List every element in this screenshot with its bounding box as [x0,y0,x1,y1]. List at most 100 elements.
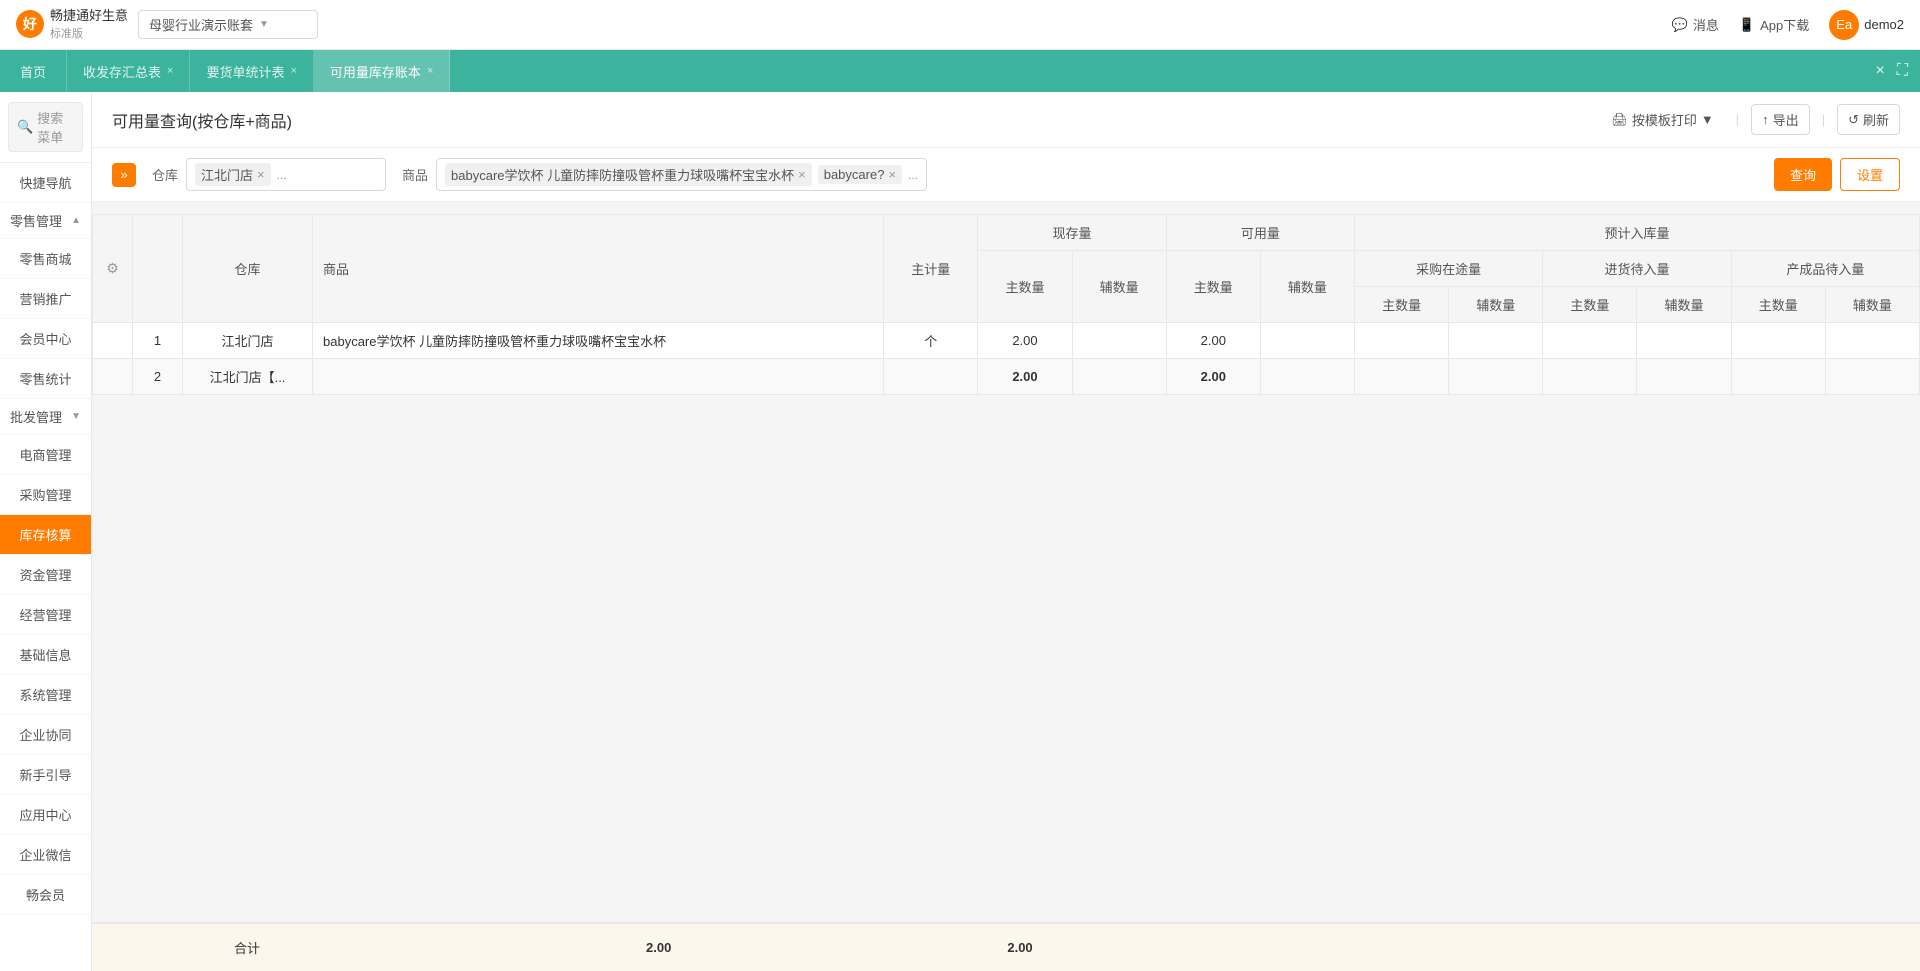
sidebar-item-system[interactable]: 系统管理 [0,675,91,715]
column-settings-icon[interactable]: ⚙ [106,260,119,276]
user-profile[interactable]: Ea demo2 [1829,10,1904,40]
tab-end-actions: × ⛶ [1863,50,1920,92]
warehouse-tag-close[interactable]: × [257,167,265,182]
sidebar-item-quick-nav[interactable]: 快捷导航 [0,163,91,203]
group-warehouse: 江北门店【... [183,359,313,395]
sidebar-item-operations[interactable]: 经营管理 [0,595,91,635]
footer-finished-main [1699,932,1810,963]
footer-available-main: 2.00 [895,932,1146,963]
sidebar-item-app-center[interactable]: 应用中心 [0,795,91,835]
sidebar-item-inventory[interactable]: 库存核算 [0,515,91,555]
retail-mall-label: 零售商城 [19,249,71,268]
sidebar-item-enterprise-wechat[interactable]: 企业微信 [0,835,91,875]
brand-name: 畅捷通好生意 [50,8,128,25]
settings-button[interactable]: 设置 [1840,158,1900,191]
tab-home[interactable]: 首页 [0,50,67,92]
print-template-btn[interactable]: 🖨 按模板打印 ▼ [1601,105,1723,134]
table-row: 1 江北门店 babycare学饮杯 儿童防摔防撞吸管杯重力球吸嘴杯宝宝水杯 个… [93,323,1920,359]
th-finished-aux: 辅数量 [1825,287,1919,323]
tab-order-stats-close[interactable]: × [290,65,296,77]
th-available-aux: 辅数量 [1260,251,1354,323]
tab-receipts[interactable]: 收发存汇总表 × [67,50,190,92]
th-product: 商品 [313,215,884,323]
group-incoming-main [1543,359,1637,395]
page-actions: 🖨 按模板打印 ▼ | ↑ 导出 | ↺ 刷新 [1601,104,1900,135]
retail-mgmt-label: 零售管理 [10,211,62,230]
tab-order-stats[interactable]: 要货单统计表 × [190,50,313,92]
message-action[interactable]: 💬 消息 [1672,15,1719,34]
group-purchase-main [1355,359,1449,395]
row-warehouse: 江北门店 [183,323,313,359]
sidebar-search-btn[interactable]: 🔍 搜索菜单 [8,102,83,152]
sidebar-item-purchase[interactable]: 采购管理 [0,475,91,515]
tenant-selector[interactable]: 母婴行业演示账套 ▼ [138,10,318,39]
th-unit: 主计量 [884,215,978,323]
close-all-tabs-btn[interactable]: × [1875,62,1884,80]
brand-logo: 好 畅捷通好生意 标准版 [16,8,128,41]
app-download-action[interactable]: 📱 App下载 [1739,15,1809,34]
row-incoming-aux [1637,323,1731,359]
query-button[interactable]: 查询 [1774,158,1832,191]
group-available-main: 2.00 [1166,359,1260,395]
product-tags-input[interactable]: babycare学饮杯 儿童防摔防撞吸管杯重力球吸嘴杯宝宝水杯 × babyca… [436,158,927,191]
product-filter: 商品 babycare学饮杯 儿童防摔防撞吸管杯重力球吸嘴杯宝宝水杯 × bab… [402,158,927,191]
warehouse-more-btn[interactable]: ... [277,168,287,182]
tab-receipts-close[interactable]: × [167,65,173,77]
warehouse-tags-input[interactable]: 江北门店 × ... [186,158,386,191]
group-current-main: 2.00 [978,359,1072,395]
row-product: babycare学饮杯 儿童防摔防撞吸管杯重力球吸嘴杯宝宝水杯 [313,323,884,359]
tab-receipts-label: 收发存汇总表 [83,62,161,81]
table-footer: 合计 2.00 2.00 [92,922,1920,971]
maximize-btn[interactable]: ⛶ [1897,62,1908,80]
sidebar-item-enterprise-collab[interactable]: 企业协同 [0,715,91,755]
row-incoming-main [1543,323,1637,359]
footer-current-main: 2.00 [533,932,784,963]
sidebar-item-wholesale-mgmt[interactable]: 批发管理 ▼ [0,399,91,435]
row-purchase-aux [1449,323,1543,359]
sidebar-item-retail-mall[interactable]: 零售商城 [0,239,91,279]
content-area: 可用量查询(按仓库+商品) 🖨 按模板打印 ▼ | ↑ 导出 | ↺ 刷新 [92,92,1920,971]
filter-expand-btn[interactable]: » [112,163,136,187]
data-table: ⚙ 仓库 商品 主计量 现存量 可用量 预计入库量 主数量 辅数量 主数量 [92,214,1920,395]
group-incoming-aux [1637,359,1731,395]
product-label: 商品 [402,165,428,184]
retail-stats-label: 零售统计 [19,369,71,388]
sidebar-item-retail-mgmt[interactable]: 零售管理 ▲ [0,203,91,239]
group-purchase-aux [1449,359,1543,395]
tab-available-stock[interactable]: 可用量库存账本 × [314,50,450,92]
sidebar-item-ecommerce[interactable]: 电商管理 [0,435,91,475]
sidebar-item-basic-info[interactable]: 基础信息 [0,635,91,675]
footer-purchase-main [1256,932,1367,963]
warehouse-tag-jiangbei: 江北门店 × [195,163,271,186]
enterprise-collab-label: 企业协同 [19,725,71,744]
sidebar-item-retail-stats[interactable]: 零售统计 [0,359,91,399]
member-center-label: 会员中心 [19,329,71,348]
sidebar-item-new-guide[interactable]: 新手引导 [0,755,91,795]
product-tag-2-close[interactable]: × [888,167,896,182]
row-current-aux [1072,323,1166,359]
warehouse-filter: 仓库 江北门店 × ... [152,158,386,191]
ecommerce-label: 电商管理 [19,445,71,464]
nav-tabs: 首页 收发存汇总表 × 要货单统计表 × 可用量库存账本 × × ⛶ [0,50,1920,92]
refresh-label: 刷新 [1863,110,1889,129]
footer-settings-col [92,932,132,963]
brand-icon: 好 [16,10,44,38]
sidebar-item-vip-member[interactable]: 畅会员 [0,875,91,915]
sidebar-item-marketing[interactable]: 营销推广 [0,279,91,319]
sidebar-item-member-center[interactable]: 会员中心 [0,319,91,359]
row-finished-aux [1825,323,1919,359]
row-current-main: 2.00 [978,323,1072,359]
product-more-btn[interactable]: ... [908,168,918,182]
sidebar-item-finance[interactable]: 资金管理 [0,555,91,595]
footer-no-col [132,932,182,963]
th-incoming-main: 主数量 [1543,287,1637,323]
quick-nav-label: 快捷导航 [19,173,71,192]
product-tag-2: babycare? × [818,165,902,184]
wholesale-mgmt-arrow: ▼ [71,411,81,422]
product-tag-1-close[interactable]: × [798,167,806,182]
tab-available-stock-close[interactable]: × [427,65,433,77]
tenant-name: 母婴行业演示账套 [149,15,253,34]
export-btn[interactable]: ↑ 导出 [1751,104,1810,135]
refresh-btn[interactable]: ↺ 刷新 [1837,104,1900,135]
th-no [133,215,183,323]
